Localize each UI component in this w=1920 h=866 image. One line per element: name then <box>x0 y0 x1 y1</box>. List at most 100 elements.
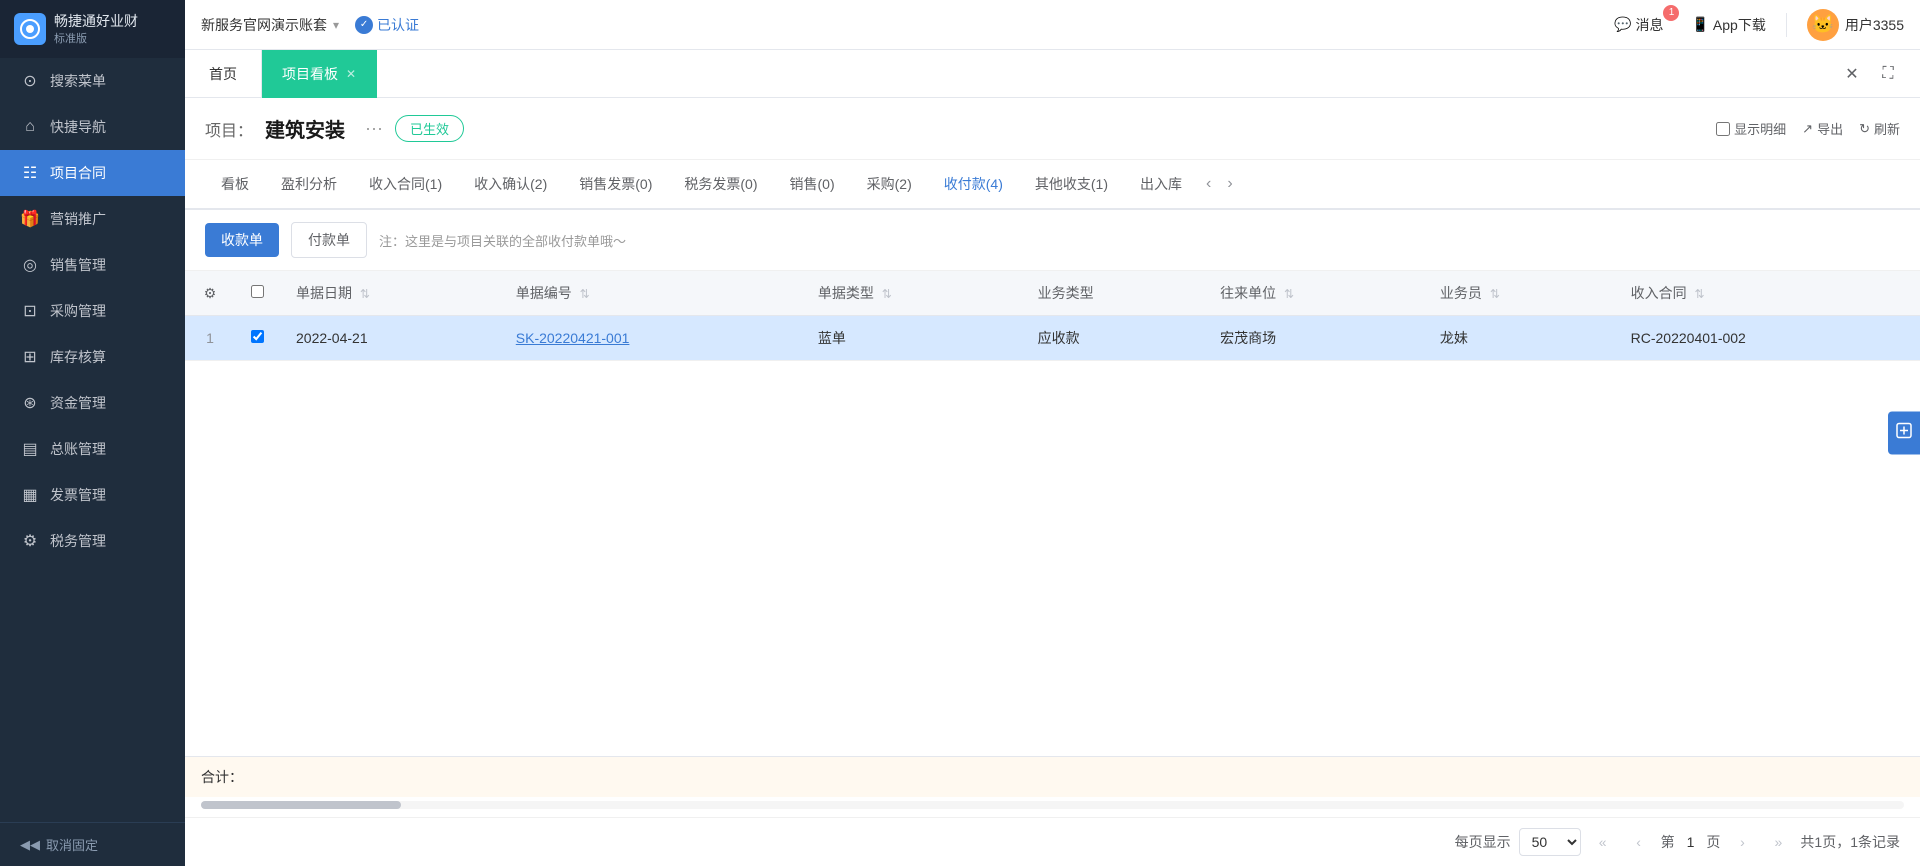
date-column-header[interactable]: 单据日期 ⇅ <box>280 271 500 316</box>
show-detail-checkbox-label[interactable]: 显示明细 <box>1716 119 1786 138</box>
scrollbar-thumb[interactable] <box>201 801 401 809</box>
user-menu[interactable]: 🐱 用户3355 <box>1807 9 1904 41</box>
sidebar-item-label: 资金管理 <box>50 393 106 413</box>
sidebar-item-label: 销售管理 <box>50 255 106 275</box>
sort-icon: ⇅ <box>882 287 892 301</box>
subnav-sales-invoice[interactable]: 销售发票(0) <box>563 160 668 210</box>
subnav-other-expense[interactable]: 其他收支(1) <box>1019 160 1124 210</box>
sidebar-item-finance[interactable]: ⊛ 资金管理 <box>0 380 185 426</box>
biz-type-column-header: 业务类型 <box>1022 271 1205 316</box>
subnav-purchase[interactable]: 采购(2) <box>851 160 928 210</box>
salesman-column-header[interactable]: 业务员 ⇅ <box>1424 271 1615 316</box>
home-tab-label: 首页 <box>209 64 237 84</box>
sort-icon: ⇅ <box>1284 287 1294 301</box>
app-logo-icon <box>14 13 46 45</box>
user-label: 用户3355 <box>1845 15 1904 35</box>
payment-filter-button[interactable]: 付款单 <box>291 222 367 258</box>
sidebar-item-ledger[interactable]: ▤ 总账管理 <box>0 426 185 472</box>
project-header: 项目： 建筑安装 ··· 已生效 显示明细 ↗ 导出 ↻ 刷新 <box>185 98 1920 160</box>
subnav-receipt[interactable]: 收付款(4) <box>928 160 1019 210</box>
subnav-income-contract[interactable]: 收入合同(1) <box>353 160 458 210</box>
sidebar-item-quick-nav[interactable]: ⌂ 快捷导航 <box>0 104 185 150</box>
income-contract-column-header[interactable]: 收入合同 ⇅ <box>1615 271 1920 316</box>
first-page-button[interactable]: « <box>1589 828 1617 856</box>
filter-bar: 收款单 付款单 注：这里是与项目关联的全部收付款单哦～ <box>185 210 1920 271</box>
sidebar-item-label: 发票管理 <box>50 485 106 505</box>
select-all-checkbox[interactable] <box>251 285 264 298</box>
close-tab-button[interactable]: ✕ <box>1836 58 1868 90</box>
partner-column-header[interactable]: 往来单位 ⇅ <box>1204 271 1424 316</box>
sidebar-item-search[interactable]: ⊙ 搜索菜单 <box>0 58 185 104</box>
sidebar-nav: ⊙ 搜索菜单 ⌂ 快捷导航 ☷ 项目合同 🎁 营销推广 ◎ 销售管理 ⊡ 采购管… <box>0 58 185 822</box>
sidebar-item-marketing[interactable]: 🎁 营销推广 <box>0 196 185 242</box>
nav-prev-icon[interactable]: ‹ <box>1198 167 1219 201</box>
row-number-cell[interactable]: SK-20220421-001 <box>500 316 802 361</box>
per-page-label: 每页显示 <box>1455 832 1511 852</box>
table-row[interactable]: 1 2022-04-21 SK-20220421-001 蓝单 应收款 宏茂商场… <box>185 316 1920 361</box>
topbar: 新服务官网演示账套 ▾ ✓ 已认证 💬 消息 1 📱 App下载 🐱 用户335… <box>185 0 1920 50</box>
receipt-table: ⚙ 单据日期 ⇅ 单据编号 ⇅ 单据类型 ⇅ 业务类型 往来单位 ⇅ 业务员 ⇅… <box>185 271 1920 361</box>
app-name: 畅捷通好业财 <box>54 12 138 30</box>
prev-page-button[interactable]: ‹ <box>1625 828 1653 856</box>
type-column-header[interactable]: 单据类型 ⇅ <box>802 271 1022 316</box>
sidebar-item-tax[interactable]: ⚙ 税务管理 <box>0 518 185 564</box>
message-badge: 1 <box>1663 5 1679 21</box>
row-checkbox[interactable] <box>251 330 264 343</box>
current-page: 1 <box>1687 834 1695 850</box>
show-detail-checkbox[interactable] <box>1716 122 1730 136</box>
subnav-tax-invoice[interactable]: 税务发票(0) <box>668 160 773 210</box>
account-selector[interactable]: 新服务官网演示账套 ▾ <box>201 15 339 35</box>
sidebar-item-label: 项目合同 <box>50 163 106 183</box>
search-icon: ⊙ <box>20 71 40 91</box>
nav-next-icon[interactable]: › <box>1219 167 1240 201</box>
settings-column-header[interactable]: ⚙ <box>185 271 235 316</box>
filter-note: 注：这里是与项目关联的全部收付款单哦～ <box>379 231 626 250</box>
app-edition: 标准版 <box>54 30 138 46</box>
unpin-icon: ◀◀ <box>20 837 40 853</box>
avatar: 🐱 <box>1807 9 1839 41</box>
sidebar-item-sales[interactable]: ◎ 销售管理 <box>0 242 185 288</box>
subnav-income-confirm[interactable]: 收入确认(2) <box>458 160 563 210</box>
export-button[interactable]: ↗ 导出 <box>1802 119 1843 138</box>
float-action-button[interactable] <box>1888 412 1920 455</box>
unpin-button[interactable]: ◀◀ 取消固定 <box>0 822 185 866</box>
last-page-button[interactable]: » <box>1764 828 1792 856</box>
receipt-number-link[interactable]: SK-20220421-001 <box>516 330 630 346</box>
sidebar-header: 畅捷通好业财 标准版 <box>0 0 185 58</box>
subnav-warehouse[interactable]: 出入库 <box>1124 160 1198 210</box>
close-icon[interactable]: ✕ <box>346 67 356 81</box>
next-page-button[interactable]: › <box>1728 828 1756 856</box>
sidebar-item-project-contract[interactable]: ☷ 项目合同 <box>0 150 185 196</box>
total-label: 合计： <box>201 769 243 785</box>
tab-project-board[interactable]: 项目看板 ✕ <box>262 50 377 98</box>
receipt-filter-button[interactable]: 收款单 <box>205 223 279 257</box>
per-page-select[interactable]: 50 100 <box>1519 828 1581 856</box>
horizontal-scrollbar[interactable] <box>185 797 1920 817</box>
more-options-icon[interactable]: ··· <box>365 118 383 139</box>
subnav-profit[interactable]: 盈利分析 <box>265 160 353 210</box>
app-title-block: 畅捷通好业财 标准版 <box>54 12 138 46</box>
account-name: 新服务官网演示账套 <box>201 15 327 35</box>
sidebar-item-inventory[interactable]: ⊞ 库存核算 <box>0 334 185 380</box>
tab-home[interactable]: 首页 <box>185 50 262 98</box>
sidebar-item-label: 采购管理 <box>50 301 106 321</box>
subnav-kanban[interactable]: 看板 <box>205 160 265 210</box>
number-column-header[interactable]: 单据编号 ⇅ <box>500 271 802 316</box>
invoice-icon: ▦ <box>20 485 40 505</box>
home-icon: ⌂ <box>20 118 40 136</box>
chevron-down-icon: ▾ <box>333 18 339 32</box>
total-pages-label: 共1页，1条记录 <box>1800 832 1900 852</box>
row-type: 蓝单 <box>802 316 1022 361</box>
app-download-button[interactable]: 📱 App下载 <box>1691 15 1765 35</box>
maximize-button[interactable]: ⛶ <box>1872 58 1904 90</box>
project-name: 建筑安装 <box>265 114 345 143</box>
subnav-sales[interactable]: 销售(0) <box>774 160 851 210</box>
sidebar-item-invoice[interactable]: ▦ 发票管理 <box>0 472 185 518</box>
tabs-actions: ✕ ⛶ <box>1836 58 1920 90</box>
message-button[interactable]: 💬 消息 1 <box>1606 11 1671 39</box>
refresh-button[interactable]: ↻ 刷新 <box>1859 119 1900 138</box>
project-label: 项目： <box>205 117 253 141</box>
row-checkbox-cell[interactable] <box>235 316 280 361</box>
row-date: 2022-04-21 <box>280 316 500 361</box>
sidebar-item-purchase[interactable]: ⊡ 采购管理 <box>0 288 185 334</box>
